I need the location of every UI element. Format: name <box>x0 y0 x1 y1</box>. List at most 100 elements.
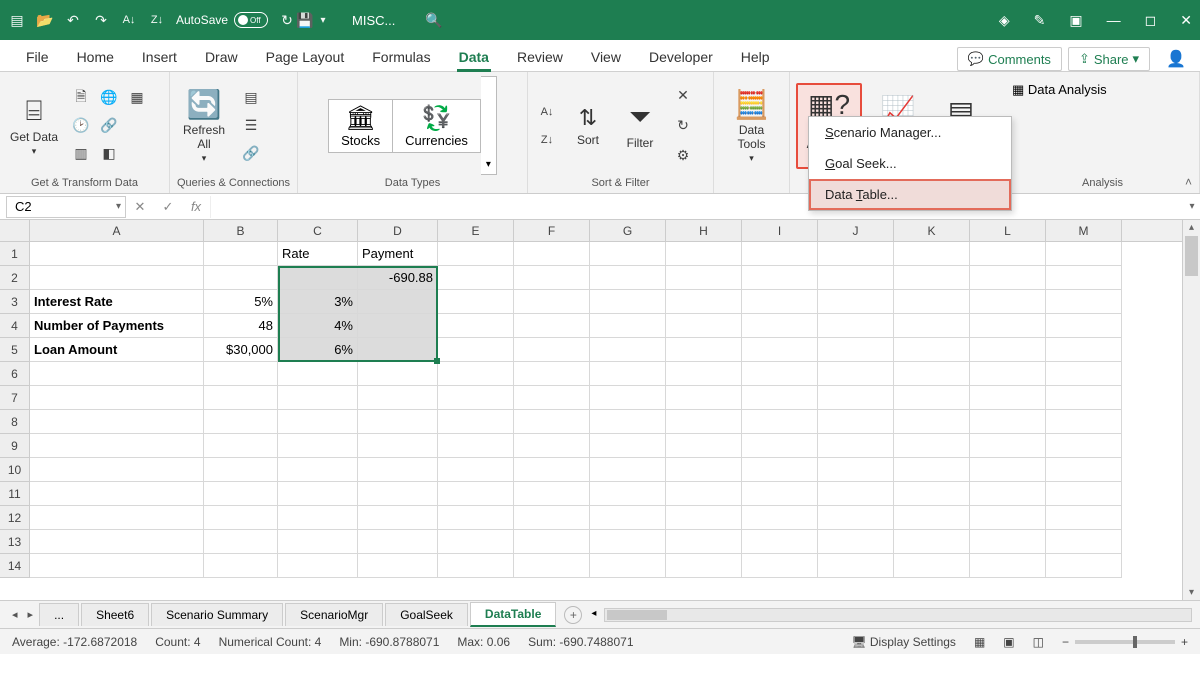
cell-I8[interactable] <box>742 410 818 434</box>
cell-C10[interactable] <box>278 458 358 482</box>
existing-conn-icon[interactable]: 🔗 <box>96 113 122 139</box>
cell-M4[interactable] <box>1046 314 1122 338</box>
cell-H3[interactable] <box>666 290 742 314</box>
tab-data[interactable]: Data <box>447 43 501 71</box>
col-header[interactable]: A <box>30 220 204 241</box>
cell-J11[interactable] <box>818 482 894 506</box>
cell-A6[interactable] <box>30 362 204 386</box>
col-header[interactable]: C <box>278 220 358 241</box>
vertical-scrollbar[interactable]: ▴ ▾ <box>1182 220 1200 600</box>
cell-I1[interactable] <box>742 242 818 266</box>
cell-C7[interactable] <box>278 386 358 410</box>
cell-C5[interactable]: 6% <box>278 338 358 362</box>
cell-I5[interactable] <box>742 338 818 362</box>
zoom-out-button[interactable]: − <box>1062 635 1069 649</box>
redo-icon[interactable]: ↷ <box>92 11 110 29</box>
tab-review[interactable]: Review <box>505 43 575 71</box>
tab-insert[interactable]: Insert <box>130 43 189 71</box>
cell-A11[interactable] <box>30 482 204 506</box>
properties-icon[interactable]: ☰ <box>238 113 264 139</box>
col-header[interactable]: K <box>894 220 970 241</box>
cell-D14[interactable] <box>358 554 438 578</box>
cell-D12[interactable] <box>358 506 438 530</box>
cell-J8[interactable] <box>818 410 894 434</box>
cell-B14[interactable] <box>204 554 278 578</box>
cell-B9[interactable] <box>204 434 278 458</box>
row-header[interactable]: 3 <box>0 290 30 314</box>
from-text-icon[interactable]: 🗎 <box>68 85 94 111</box>
cell-H9[interactable] <box>666 434 742 458</box>
display-settings-button[interactable]: 🖥 Display Settings <box>851 635 956 649</box>
cell-A9[interactable] <box>30 434 204 458</box>
cell-I7[interactable] <box>742 386 818 410</box>
cell-H4[interactable] <box>666 314 742 338</box>
cell-M7[interactable] <box>1046 386 1122 410</box>
cell-G12[interactable] <box>590 506 666 530</box>
cell-G5[interactable] <box>590 338 666 362</box>
cell-K14[interactable] <box>894 554 970 578</box>
cell-L3[interactable] <box>970 290 1046 314</box>
cell-B12[interactable] <box>204 506 278 530</box>
cell-E10[interactable] <box>438 458 514 482</box>
select-all-corner[interactable] <box>0 220 30 241</box>
cell-F8[interactable] <box>514 410 590 434</box>
cell-H6[interactable] <box>666 362 742 386</box>
cell-F7[interactable] <box>514 386 590 410</box>
col-header[interactable]: F <box>514 220 590 241</box>
cell-L12[interactable] <box>970 506 1046 530</box>
cell-E5[interactable] <box>438 338 514 362</box>
cell-L9[interactable] <box>970 434 1046 458</box>
datatypes-expand-icon[interactable]: ▾ <box>481 76 497 175</box>
cell-J7[interactable] <box>818 386 894 410</box>
sort-desc-icon[interactable]: Z↓ <box>148 11 166 29</box>
advanced-icon[interactable]: ⚙ <box>670 143 696 169</box>
cell-M10[interactable] <box>1046 458 1122 482</box>
cell-E4[interactable] <box>438 314 514 338</box>
cell-K9[interactable] <box>894 434 970 458</box>
cell-M3[interactable] <box>1046 290 1122 314</box>
cell-M13[interactable] <box>1046 530 1122 554</box>
new-file-icon[interactable]: ▤ <box>8 11 26 29</box>
cell-C12[interactable] <box>278 506 358 530</box>
cell-B2[interactable] <box>204 266 278 290</box>
cell-J3[interactable] <box>818 290 894 314</box>
cell-E14[interactable] <box>438 554 514 578</box>
cell-K11[interactable] <box>894 482 970 506</box>
cell-A14[interactable] <box>30 554 204 578</box>
cell-I2[interactable] <box>742 266 818 290</box>
cell-A2[interactable] <box>30 266 204 290</box>
scroll-thumb[interactable] <box>607 610 667 620</box>
fx-icon[interactable]: fx <box>182 199 210 214</box>
cell-G7[interactable] <box>590 386 666 410</box>
tab-view[interactable]: View <box>579 43 633 71</box>
maximize-button[interactable]: ◻ <box>1145 12 1157 29</box>
sheet-tab[interactable]: ScenarioMgr <box>285 603 383 626</box>
cell-K8[interactable] <box>894 410 970 434</box>
cell-B11[interactable] <box>204 482 278 506</box>
cell-K3[interactable] <box>894 290 970 314</box>
cell-C4[interactable]: 4% <box>278 314 358 338</box>
cell-A4[interactable]: Number of Payments <box>30 314 204 338</box>
cell-K5[interactable] <box>894 338 970 362</box>
row-header[interactable]: 7 <box>0 386 30 410</box>
col-header[interactable]: M <box>1046 220 1122 241</box>
cell-L14[interactable] <box>970 554 1046 578</box>
open-file-icon[interactable]: 📂 <box>36 11 54 29</box>
view-layout-icon[interactable]: ▣ <box>1003 635 1014 649</box>
close-button[interactable]: ✕ <box>1180 12 1192 29</box>
cell-B7[interactable] <box>204 386 278 410</box>
cell-J2[interactable] <box>818 266 894 290</box>
cell-C6[interactable] <box>278 362 358 386</box>
view-normal-icon[interactable]: ▦ <box>974 635 985 649</box>
cell-G8[interactable] <box>590 410 666 434</box>
from-other-icon[interactable]: ◧ <box>96 141 122 167</box>
cell-K12[interactable] <box>894 506 970 530</box>
search-icon[interactable]: 🔍 <box>425 12 442 29</box>
cell-M14[interactable] <box>1046 554 1122 578</box>
cell-E12[interactable] <box>438 506 514 530</box>
data-table-item[interactable]: Data Table... <box>809 179 1011 210</box>
sort-za-icon[interactable]: Z↓ <box>534 127 560 153</box>
cell-M5[interactable] <box>1046 338 1122 362</box>
scroll-up-icon[interactable]: ▴ <box>1183 222 1200 233</box>
cell-L10[interactable] <box>970 458 1046 482</box>
